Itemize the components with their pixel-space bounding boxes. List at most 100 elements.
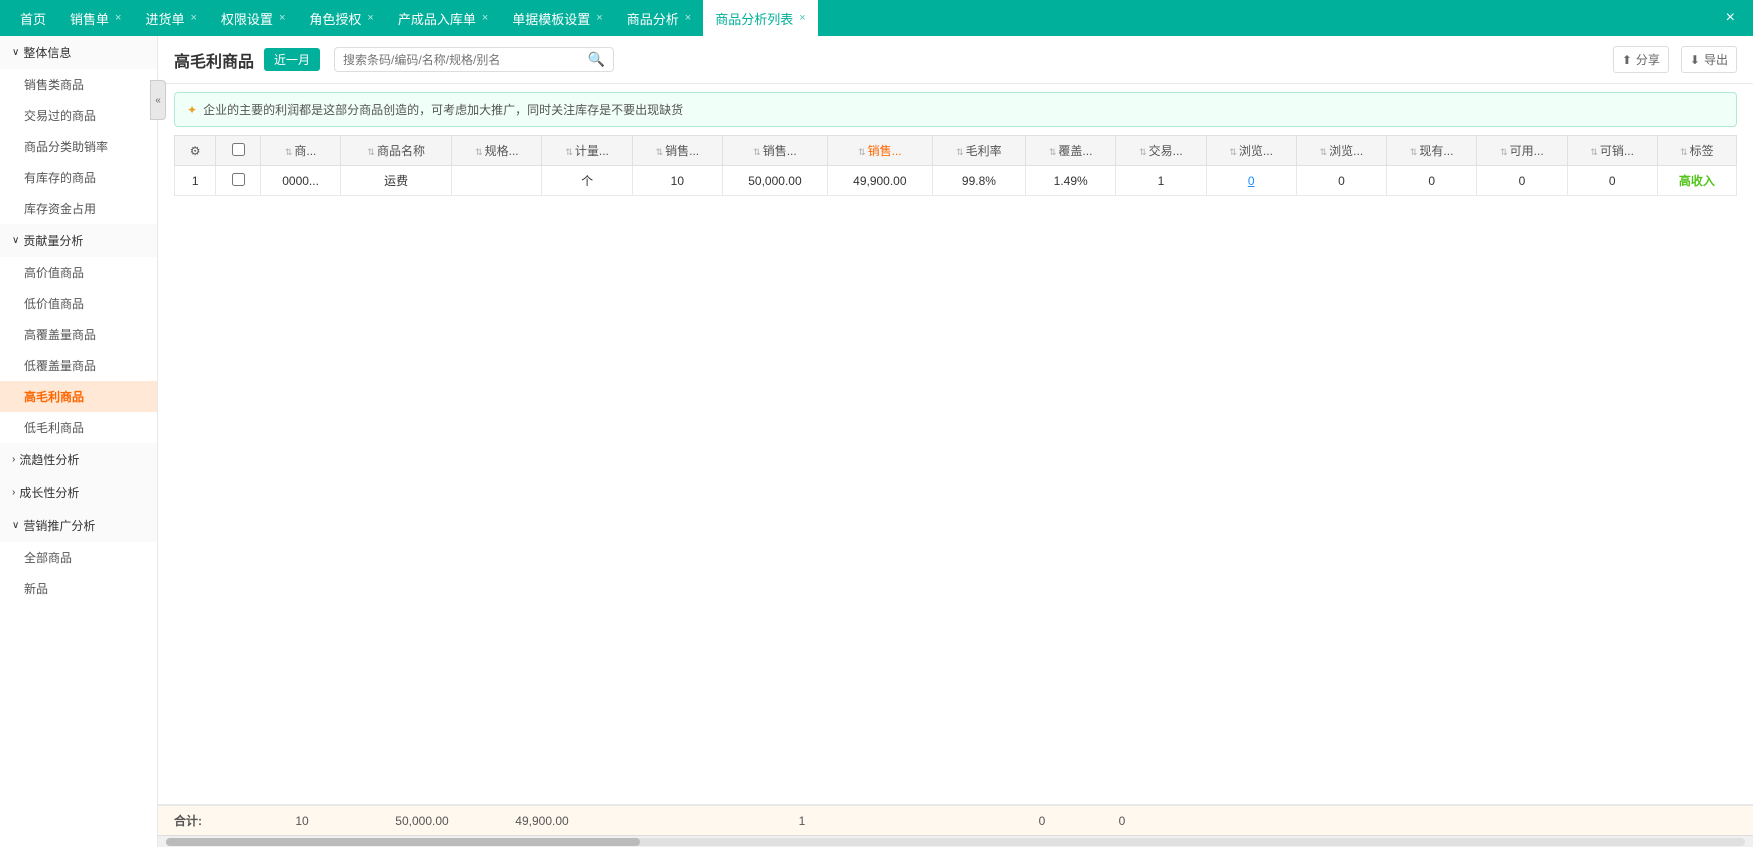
sidebar-item-all-goods[interactable]: 全部商品 [0,542,157,573]
footer-stock2: 0 [1082,814,1162,828]
col-browse2[interactable]: ⇅浏览... [1296,136,1386,166]
row-select-checkbox[interactable] [232,173,245,186]
close-sales-tab[interactable]: × [115,12,121,24]
col-transaction[interactable]: ⇅交易... [1116,136,1206,166]
col-name[interactable]: ⇅商品名称 [341,136,452,166]
page-title: 高毛利商品 [174,48,254,72]
main-container: ∨ 整体信息 销售类商品 交易过的商品 商品分类助销率 有库存的商品 库存资金占… [0,36,1753,847]
col-sales1[interactable]: ⇅销售... [632,136,722,166]
nav-product-analysis-list[interactable]: 商品分析列表 × [703,0,817,36]
sidebar-item-low-margin[interactable]: 低毛利商品 [0,412,157,443]
close-product-analysis-list-tab[interactable]: × [799,12,805,24]
sidebar-item-low-coverage[interactable]: 低覆盖量商品 [0,350,157,381]
close-all-tabs[interactable]: × [1716,9,1745,27]
share-icon: ⬆ [1622,53,1632,67]
col-coverage[interactable]: ⇅覆盖... [1026,136,1116,166]
footer-empty4 [922,814,1002,828]
sidebar-group-overall[interactable]: ∨ 整体信息 [0,36,157,69]
date-filter-button[interactable]: 近一月 [264,48,320,71]
col-stock2[interactable]: ⇅可用... [1477,136,1567,166]
nav-template-settings[interactable]: 单据模板设置 × [500,0,614,36]
sidebar-item-stock-capital[interactable]: 库存资金占用 [0,193,157,224]
sidebar: ∨ 整体信息 销售类商品 交易过的商品 商品分类助销率 有库存的商品 库存资金占… [0,36,158,847]
sidebar-item-sales-goods[interactable]: 销售类商品 [0,69,157,100]
col-unit[interactable]: ⇅计量... [542,136,632,166]
col-stock1[interactable]: ⇅现有... [1387,136,1477,166]
sidebar-item-category-sales-rate[interactable]: 商品分类助销率 [0,131,157,162]
info-banner: ✦ 企业的主要的利润都是这部分商品创造的，可考虑加大推广，同时关注库存是不要出现… [174,92,1737,127]
row-seq: 1 [175,166,216,196]
sidebar-item-in-stock[interactable]: 有库存的商品 [0,162,157,193]
col-spec[interactable]: ⇅规格... [452,136,542,166]
row-tag: 高收入 [1657,166,1736,196]
close-product-inbound-tab[interactable]: × [482,12,488,24]
col-settings[interactable]: ⚙ [175,136,216,166]
row-stock3: 0 [1567,166,1657,196]
sidebar-group-contribution[interactable]: ∨ 贡献量分析 [0,224,157,257]
export-icon: ⬇ [1690,53,1700,67]
row-name: 运费 [341,166,452,196]
search-box: 🔍 [334,47,614,72]
close-roles-tab[interactable]: × [367,12,373,24]
sidebar-collapse-btn[interactable]: « [150,80,166,120]
sidebar-item-high-coverage[interactable]: 高覆盖量商品 [0,319,157,350]
row-unit: 个 [542,166,632,196]
table-row: 1 0000... 运费 个 10 50,000.00 49,900.00 99… [175,166,1737,196]
search-input[interactable] [343,53,588,67]
col-stock3[interactable]: ⇅可销... [1567,136,1657,166]
row-transaction: 1 [1116,166,1206,196]
footer-label: 合计: [174,812,202,829]
row-stock2: 0 [1477,166,1567,196]
close-purchase-tab[interactable]: × [190,12,196,24]
col-sales3[interactable]: ⇅销售... [827,136,932,166]
col-tag[interactable]: ⇅标签 [1657,136,1736,166]
scrollbar-track[interactable] [166,838,1745,846]
nav-permissions[interactable]: 权限设置 × [209,0,297,36]
browse1-link[interactable]: 0 [1248,174,1255,188]
arrow-icon: ∨ [12,47,19,58]
nav-product-analysis[interactable]: 商品分析 × [615,0,703,36]
header-actions: ⬆ 分享 ⬇ 导出 [1613,46,1737,73]
col-code[interactable]: ⇅商... [261,136,341,166]
row-sales2: 50,000.00 [722,166,827,196]
sidebar-group-trend[interactable]: › 流趋性分析 [0,443,157,476]
nav-home[interactable]: 首页 [8,0,58,36]
row-browse1[interactable]: 0 [1206,166,1296,196]
col-browse1[interactable]: ⇅浏览... [1206,136,1296,166]
table-container: ⚙ ⇅商... ⇅商品名称 ⇅规格... ⇅计量... ⇅销售... ⇅销售..… [158,135,1753,804]
footer-cells: 10 50,000.00 49,900.00 1 0 0 [242,814,1162,828]
search-icon[interactable]: 🔍 [588,51,605,68]
row-checkbox[interactable] [216,166,261,196]
sidebar-group-growth[interactable]: › 成长性分析 [0,476,157,509]
sidebar-item-high-value[interactable]: 高价值商品 [0,257,157,288]
sidebar-item-new-goods[interactable]: 新品 [0,573,157,604]
footer-stock1: 0 [1002,814,1082,828]
nav-sales[interactable]: 销售单 × [58,0,133,36]
nav-purchase[interactable]: 进货单 × [133,0,208,36]
scrollbar-thumb[interactable] [166,838,640,846]
nav-product-inbound[interactable]: 产成品入库单 × [386,0,500,36]
top-navigation: 首页 销售单 × 进货单 × 权限设置 × 角色授权 × 产成品入库单 × 单据… [0,0,1753,36]
footer-sales2: 50,000.00 [362,814,482,828]
footer-sales1: 10 [242,814,362,828]
sidebar-item-traded-goods[interactable]: 交易过的商品 [0,100,157,131]
horizontal-scrollbar[interactable] [158,835,1753,847]
share-button[interactable]: ⬆ 分享 [1613,46,1669,73]
table-footer: 合计: 10 50,000.00 49,900.00 1 0 0 [158,804,1753,835]
col-sales2[interactable]: ⇅销售... [722,136,827,166]
arrow-icon-marketing: ∨ [12,520,19,531]
close-permissions-tab[interactable]: × [279,12,285,24]
row-code[interactable]: 0000... [261,166,341,196]
footer-transaction: 1 [762,814,842,828]
content-area: 高毛利商品 近一月 🔍 ⬆ 分享 ⬇ 导出 ✦ 企业的主要的利润都是这部分商品创… [158,36,1753,847]
sidebar-group-marketing[interactable]: ∨ 营销推广分析 [0,509,157,542]
close-product-analysis-tab[interactable]: × [685,12,691,24]
nav-roles[interactable]: 角色授权 × [297,0,385,36]
sidebar-item-low-value[interactable]: 低价值商品 [0,288,157,319]
close-template-tab[interactable]: × [596,12,602,24]
col-gross-rate[interactable]: ⇅毛利率 [932,136,1025,166]
export-button[interactable]: ⬇ 导出 [1681,46,1737,73]
select-all-checkbox[interactable] [232,143,245,156]
sidebar-item-high-margin[interactable]: 高毛利商品 [0,381,157,412]
col-checkbox[interactable] [216,136,261,166]
